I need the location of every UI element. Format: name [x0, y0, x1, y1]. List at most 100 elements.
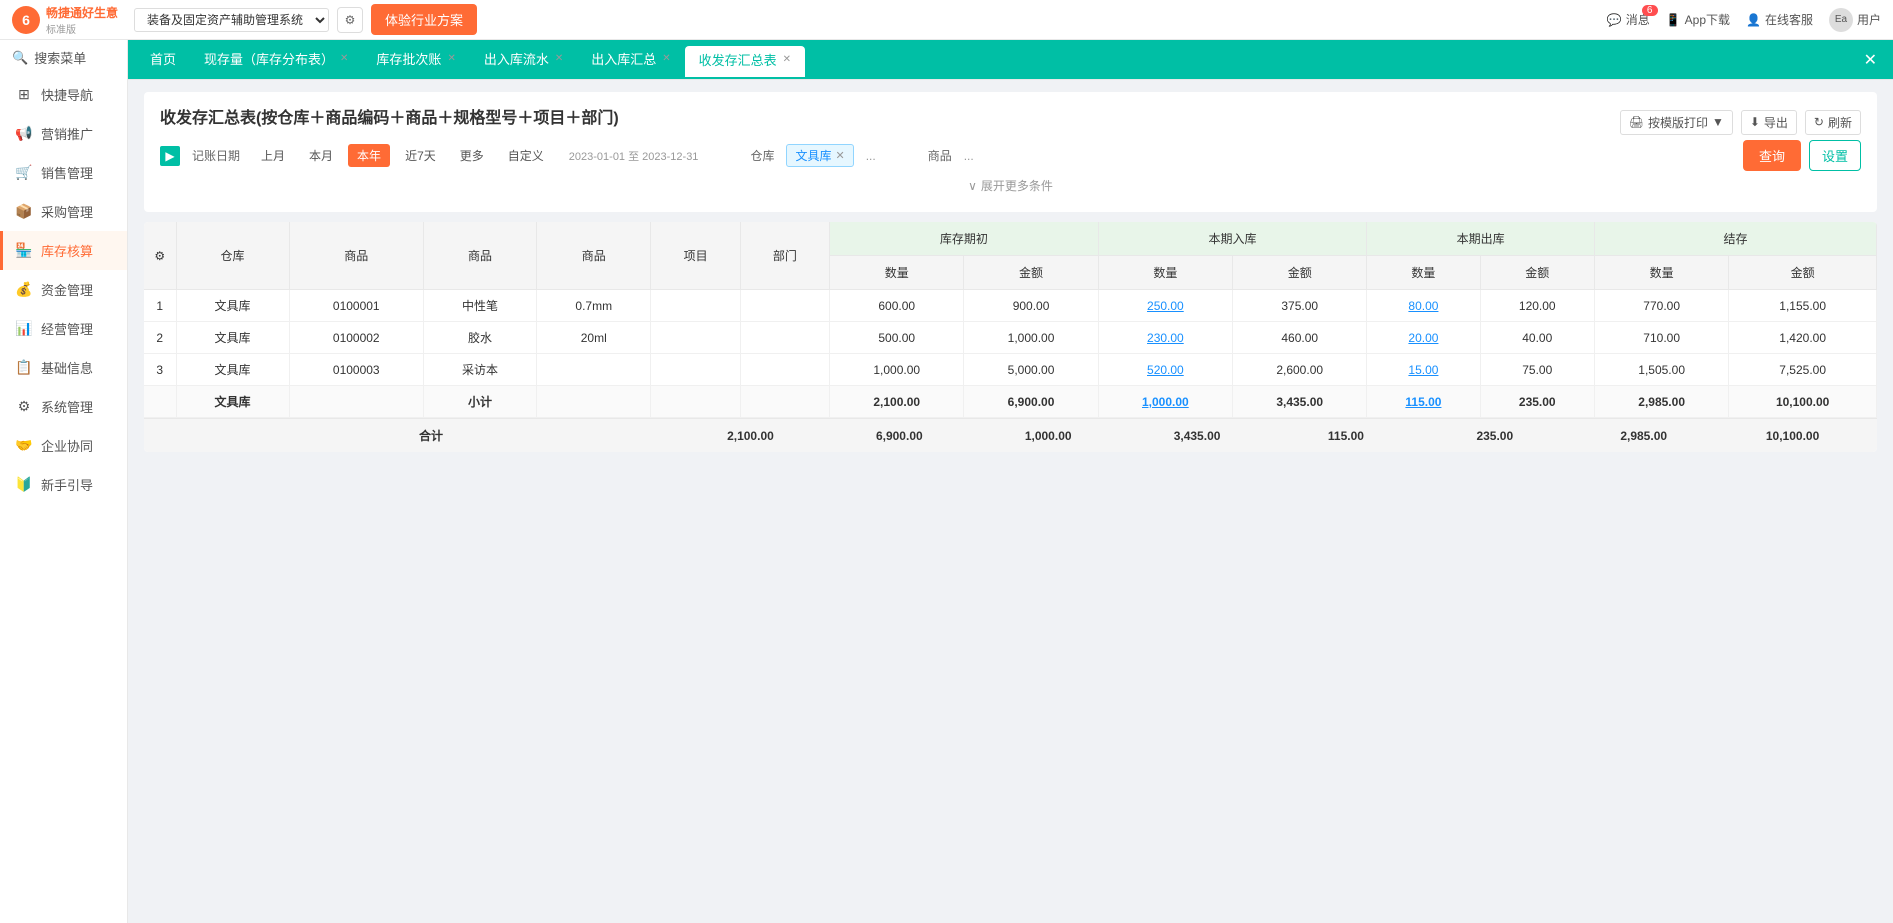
sidebar-item-inventory[interactable]: 🏪 库存核算 [0, 231, 127, 270]
warehouse-tag-close[interactable]: ✕ [835, 149, 844, 162]
tab-recv-send-close[interactable]: ✕ [783, 54, 791, 65]
row-warehouse: 文具库 [176, 322, 289, 354]
refresh-button[interactable]: ↻ 刷新 [1805, 110, 1861, 135]
user-item[interactable]: Ea 用户 [1829, 8, 1881, 32]
row-no: 1 [144, 290, 176, 322]
out-qty-link[interactable]: 15.00 [1408, 363, 1438, 377]
sales-icon: 🛒 [15, 164, 33, 181]
out-qty-link[interactable]: 20.00 [1408, 331, 1438, 345]
row-bal-amt: 7,525.00 [1729, 354, 1877, 386]
print-button[interactable]: 🖨 按模版打印 ▼ [1620, 110, 1733, 135]
date-btn-this-month[interactable]: 本月 [300, 144, 342, 167]
date-btn-7days[interactable]: 近7天 [396, 144, 445, 167]
sidebar-item-sales[interactable]: 🛒 销售管理 [0, 153, 127, 192]
footer-out-amt: 235.00 [1420, 429, 1569, 443]
sidebar-item-system[interactable]: ⚙ 系统管理 [0, 387, 127, 426]
export-icon: ⬇ [1750, 115, 1760, 129]
row-dept [740, 322, 829, 354]
logo-icon: 6 [12, 6, 40, 34]
tab-batch-label: 库存批次账 [376, 49, 441, 68]
sidebar-item-marketing[interactable]: 📢 营销推广 [0, 114, 127, 153]
tab-batch-close[interactable]: ✕ [447, 53, 455, 64]
row-name: 胶水 [423, 322, 536, 354]
tab-stock-dist-label: 现存量（库存分布表） [204, 49, 334, 68]
trial-button[interactable]: 体验行业方案 [371, 4, 477, 35]
col-init-qty: 数量 [830, 256, 964, 290]
logo-line2: 标准版 [46, 21, 118, 36]
date-filter: 上月 本月 本年 近7天 更多 自定义 [252, 144, 553, 167]
online-service-label: 在线客服 [1765, 11, 1813, 28]
expand-more-btn[interactable]: ∨ 展开更多条件 [968, 177, 1053, 194]
row-bal-qty: 770.00 [1594, 290, 1728, 322]
sidebar-item-enterprise[interactable]: 🤝 企业协同 [0, 426, 127, 465]
row-warehouse: 文具库 [176, 386, 289, 418]
sidebar-item-purchase[interactable]: 📦 采购管理 [0, 192, 127, 231]
filter-expand-btn[interactable]: ▶ [160, 146, 180, 166]
print-label: 按模版打印 [1648, 114, 1708, 131]
row-out-qty: 115.00 [1367, 386, 1480, 418]
export-button[interactable]: ⬇ 导出 [1741, 110, 1797, 135]
footer-bal-qty: 2,985.00 [1569, 429, 1718, 443]
tab-bar: 首页 现存量（库存分布表） ✕ 库存批次账 ✕ 出入库流水 ✕ 出入库汇总 ✕ [128, 40, 1893, 80]
query-button[interactable]: 查询 [1743, 140, 1801, 171]
tab-batch[interactable]: 库存批次账 ✕ [362, 43, 469, 76]
warehouse-more-btn[interactable]: ... [866, 149, 876, 163]
sidebar-search[interactable]: 🔍 搜索菜单 [0, 40, 127, 75]
row-out-amt: 120.00 [1480, 290, 1594, 322]
tab-bar-close-all[interactable]: ✕ [1856, 50, 1885, 70]
date-btn-this-year[interactable]: 本年 [348, 144, 390, 167]
date-btn-custom[interactable]: 自定义 [499, 144, 553, 167]
date-btn-more[interactable]: 更多 [451, 144, 493, 167]
setting-button[interactable]: 设置 [1809, 140, 1861, 171]
tab-stock-dist[interactable]: 现存量（库存分布表） ✕ [190, 43, 362, 76]
col-project: 项目 [651, 222, 740, 290]
row-warehouse: 文具库 [176, 290, 289, 322]
tab-home[interactable]: 首页 [136, 43, 190, 76]
page-content: 收发存汇总表(按仓库＋商品编码＋商品＋规格型号＋项目＋部门) 🖨 按模版打印 ▼… [128, 80, 1893, 923]
sidebar-item-operations[interactable]: 📊 经营管理 [0, 309, 127, 348]
message-icon: 💬 [1607, 13, 1622, 27]
subtotal-in-qty-link[interactable]: 1,000.00 [1142, 395, 1189, 409]
subtotal-out-qty-link[interactable]: 115.00 [1405, 395, 1441, 409]
tab-inout-flow[interactable]: 出入库流水 ✕ [470, 43, 577, 76]
row-spec: 0.7mm [537, 290, 651, 322]
footer-in-amt: 3,435.00 [1123, 429, 1272, 443]
tab-inout-summary-close[interactable]: ✕ [662, 53, 670, 64]
settings-icon[interactable]: ⚙ [337, 7, 363, 33]
tab-inout-summary-label: 出入库汇总 [591, 49, 656, 68]
in-qty-link[interactable]: 250.00 [1147, 299, 1184, 313]
table-row: 1 文具库 0100001 中性笔 0.7mm 600.00 900.00 25… [144, 290, 1877, 322]
message-item[interactable]: 💬 消息 6 [1607, 11, 1650, 28]
in-qty-link[interactable]: 520.00 [1147, 363, 1184, 377]
sidebar-item-quick-nav[interactable]: ⊞ 快捷导航 [0, 75, 127, 114]
newbie-icon: 🔰 [15, 476, 33, 493]
online-service-item[interactable]: 👤 在线客服 [1746, 11, 1813, 28]
col-group-init: 库存期初 [830, 222, 1099, 256]
row-project [651, 290, 740, 322]
date-filter-label: 记账日期 [192, 147, 240, 164]
date-btn-last-month[interactable]: 上月 [252, 144, 294, 167]
message-badge: 6 [1642, 5, 1658, 16]
footer-in-qty: 1,000.00 [974, 429, 1123, 443]
tab-recv-send[interactable]: 收发存汇总表 ✕ [685, 46, 805, 77]
app-download-item[interactable]: 📱 App下载 [1666, 11, 1730, 28]
table-container: ⚙ 仓库 商品 商品 商品 项目 部门 库存期初 本期入库 本期出库 结存 [144, 222, 1877, 452]
filter-row: ▶ 记账日期 上月 本月 本年 近7天 更多 自定义 2023-01-01 至 … [160, 140, 1861, 171]
footer-init-amt: 6,900.00 [825, 429, 974, 443]
sidebar-item-basic[interactable]: 📋 基础信息 [0, 348, 127, 387]
tab-stock-dist-close[interactable]: ✕ [340, 53, 348, 64]
sidebar-item-finance[interactable]: 💰 资金管理 [0, 270, 127, 309]
out-qty-link[interactable]: 80.00 [1408, 299, 1438, 313]
col-in-qty: 数量 [1098, 256, 1232, 290]
goods-more-btn[interactable]: ... [964, 149, 974, 163]
footer-init-qty: 2,100.00 [676, 429, 825, 443]
tab-inout-flow-close[interactable]: ✕ [555, 53, 563, 64]
sidebar-item-newbie[interactable]: 🔰 新手引导 [0, 465, 127, 504]
in-qty-link[interactable]: 230.00 [1147, 331, 1184, 345]
sidebar-label-sales: 销售管理 [41, 163, 93, 182]
export-label: 导出 [1764, 114, 1788, 131]
basic-icon: 📋 [15, 359, 33, 376]
system-select[interactable]: 装备及固定资产辅助管理系统 [134, 8, 329, 32]
table-footer: 合计 2,100.00 6,900.00 1,000.00 3,435.00 1… [144, 418, 1877, 452]
tab-inout-summary[interactable]: 出入库汇总 ✕ [577, 43, 684, 76]
